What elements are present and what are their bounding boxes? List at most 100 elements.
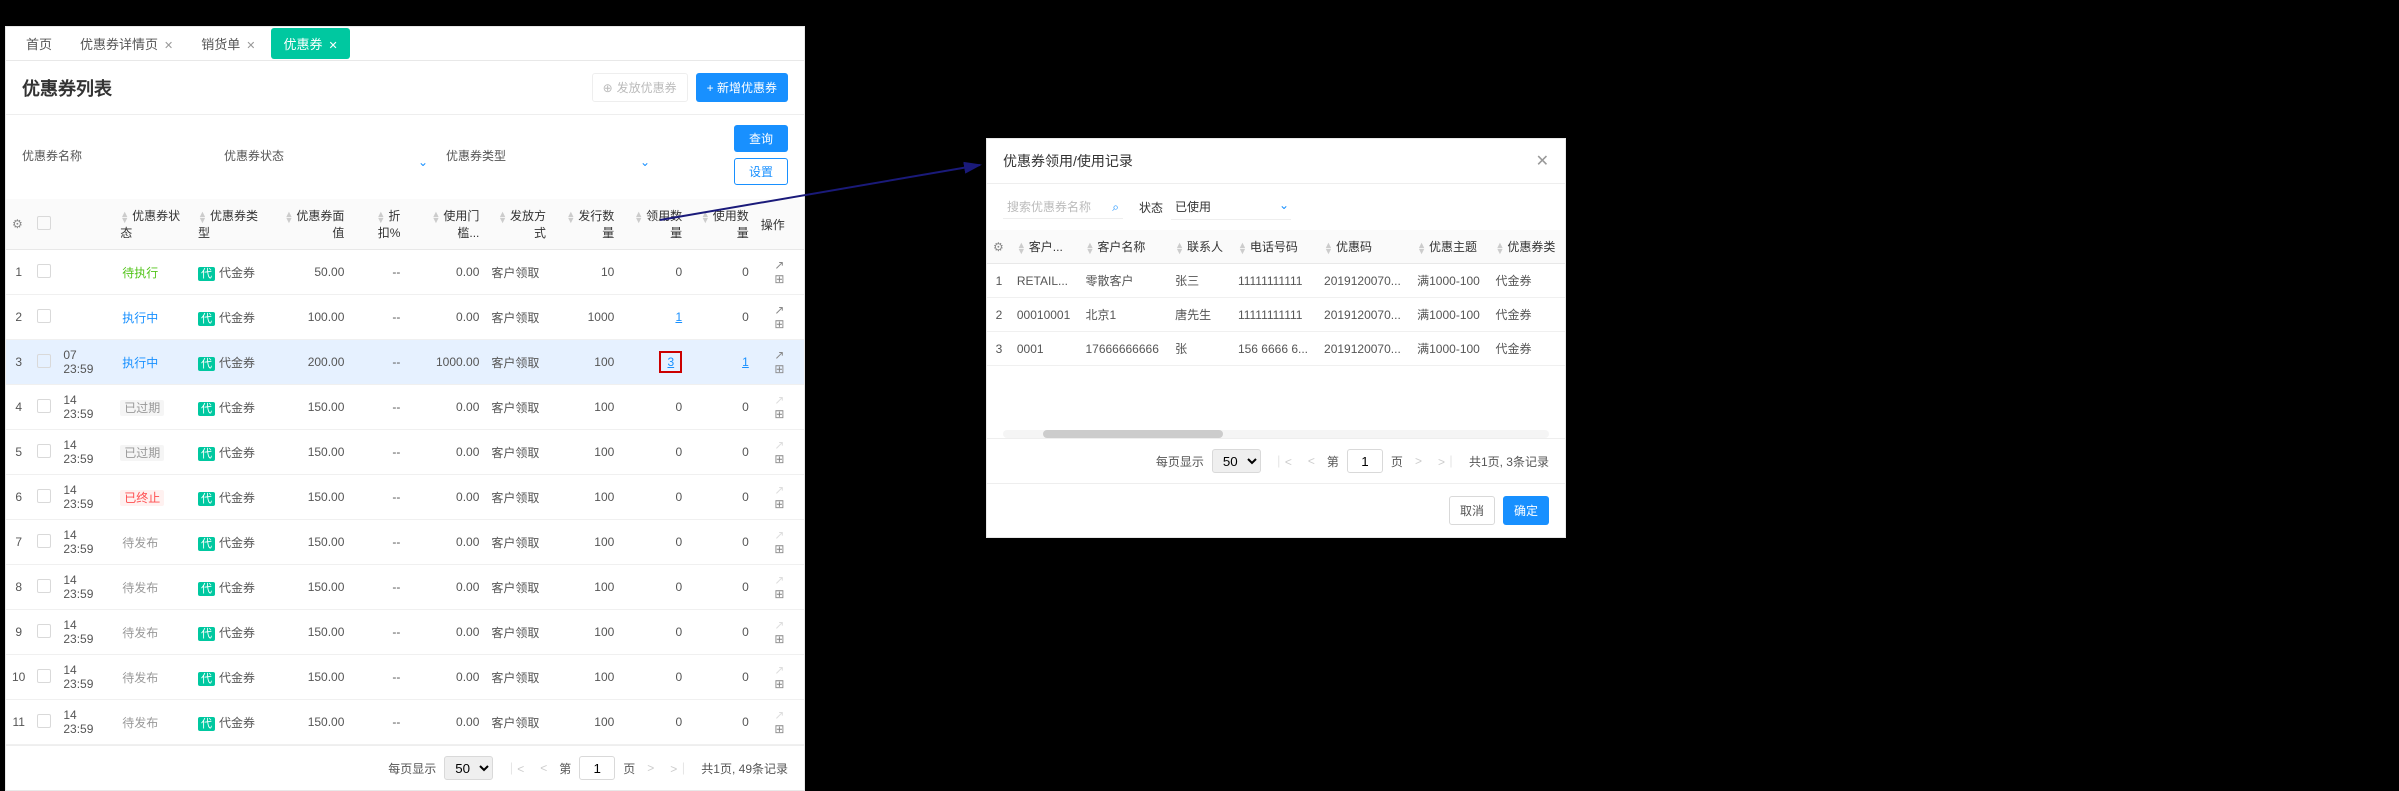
qrcode-icon[interactable]: ⊞ (774, 497, 784, 511)
col-header[interactable]: ▲▼客户名称 (1079, 230, 1169, 264)
col-header[interactable]: ⚙ (987, 230, 1011, 264)
modal-per-page-select[interactable]: 50 (1212, 449, 1261, 473)
search-button[interactable]: 查询 (734, 125, 788, 152)
add-coupon-button[interactable]: + 新增优惠券 (696, 73, 788, 102)
col-header[interactable]: ▲▼优惠券类型 (192, 199, 270, 250)
per-page-select[interactable]: 50 (444, 756, 493, 780)
col-header[interactable] (57, 199, 114, 250)
row-checkbox[interactable] (37, 669, 51, 683)
table-row[interactable]: 1 RETAIL... 零散客户 张三 11111111111 20191200… (987, 264, 1565, 298)
col-header[interactable]: ▲▼发行数量 (552, 199, 620, 250)
col-header[interactable]: ▲▼联系人 (1169, 230, 1232, 264)
close-icon[interactable]: ✕ (1536, 151, 1549, 171)
col-header[interactable]: ▲▼使用数量 (688, 199, 755, 250)
table-row[interactable]: 1 待执行 代代金券 50.00 -- 0.00 客户领取 10 0 0 ↗ ⊞ (6, 250, 804, 295)
qrcode-icon[interactable]: ⊞ (774, 542, 784, 556)
row-checkbox[interactable] (37, 624, 51, 638)
tab-首页[interactable]: 首页 (14, 28, 64, 59)
coupon-search-input[interactable] (1003, 196, 1123, 219)
first-page-button[interactable]: ｜< (501, 760, 528, 777)
qrcode-icon[interactable]: ⊞ (774, 362, 784, 376)
col-header[interactable]: ▲▼领用数量 (620, 199, 688, 250)
col-header[interactable]: ▲▼客户... (1011, 230, 1080, 264)
modal-last-page-button[interactable]: >｜ (1434, 453, 1461, 470)
qrcode-icon[interactable]: ⊞ (774, 452, 784, 466)
close-icon[interactable]: ✕ (246, 40, 255, 52)
modal-page-input[interactable] (1347, 449, 1383, 473)
col-header[interactable] (31, 199, 57, 250)
row-checkbox[interactable] (37, 264, 51, 278)
close-icon[interactable]: ✕ (164, 40, 173, 52)
table-row[interactable]: 2 00010001 北京1 唐先生 11111111111 201912007… (987, 298, 1565, 332)
confirm-button[interactable]: 确定 (1503, 496, 1549, 525)
distribute-button[interactable]: ⊕ 发放优惠券 (592, 73, 688, 102)
table-row[interactable]: 10 14 23:59 待发布 代代金券 150.00 -- 0.00 客户领取… (6, 655, 804, 700)
use-count-link[interactable]: 1 (742, 355, 749, 369)
qrcode-icon[interactable]: ⊞ (774, 587, 784, 601)
col-header[interactable]: ▲▼优惠券类 (1490, 230, 1566, 264)
coupon-status-select[interactable]: ⌄ (290, 151, 430, 159)
modal-first-page-button[interactable]: ｜< (1269, 453, 1296, 470)
qrcode-icon[interactable]: ⊞ (774, 317, 784, 331)
prev-page-button[interactable]: < (536, 761, 551, 775)
row-checkbox[interactable] (37, 354, 51, 368)
gear-icon[interactable]: ⚙ (12, 217, 23, 231)
share-icon[interactable]: ↗ (774, 303, 784, 317)
coupon-type-select[interactable]: ⌄ (512, 151, 652, 159)
table-row[interactable]: 11 14 23:59 待发布 代代金券 150.00 -- 0.00 客户领取… (6, 700, 804, 745)
table-row[interactable]: 2 执行中 代代金券 100.00 -- 0.00 客户领取 1000 1 0 … (6, 295, 804, 340)
col-header[interactable]: ▲▼发放方式 (485, 199, 552, 250)
table-row[interactable]: 3 0001 17666666666 张 156 6666 6... 20191… (987, 332, 1565, 366)
qrcode-icon[interactable]: ⊞ (774, 272, 784, 286)
col-header[interactable]: ▲▼优惠码 (1318, 230, 1411, 264)
next-page-button[interactable]: > (643, 761, 658, 775)
table-row[interactable]: 3 07 23:59 执行中 代代金券 200.00 -- 1000.00 客户… (6, 340, 804, 385)
gear-icon[interactable]: ⚙ (993, 240, 1004, 254)
cancel-button[interactable]: 取消 (1449, 496, 1495, 525)
table-row[interactable]: 9 14 23:59 待发布 代代金券 150.00 -- 0.00 客户领取 … (6, 610, 804, 655)
coupon-name-input[interactable] (88, 143, 208, 167)
row-checkbox[interactable] (37, 489, 51, 503)
table-row[interactable]: 4 14 23:59 已过期 代代金券 150.00 -- 0.00 客户领取 … (6, 385, 804, 430)
table-row[interactable]: 5 14 23:59 已过期 代代金券 150.00 -- 0.00 客户领取 … (6, 430, 804, 475)
close-icon[interactable]: ✕ (329, 40, 338, 52)
tab-销货单[interactable]: 销货单✕ (189, 28, 267, 59)
table-row[interactable]: 6 14 23:59 已终止 代代金券 150.00 -- 0.00 客户领取 … (6, 475, 804, 520)
claim-count-link[interactable]: 1 (675, 310, 682, 324)
row-checkbox[interactable] (37, 714, 51, 728)
row-checkbox[interactable] (37, 309, 51, 323)
col-header[interactable]: ▲▼折扣% (350, 199, 406, 250)
tab-优惠券详情页[interactable]: 优惠券详情页✕ (68, 28, 185, 59)
row-checkbox[interactable] (37, 399, 51, 413)
share-icon[interactable]: ↗ (774, 348, 784, 362)
last-page-button[interactable]: >｜ (666, 760, 693, 777)
claim-count-link[interactable]: 3 (659, 351, 682, 373)
page-input[interactable] (579, 756, 615, 780)
modal-next-page-button[interactable]: > (1411, 454, 1426, 468)
col-header[interactable]: ▲▼优惠券面值 (270, 199, 350, 250)
select-all-checkbox[interactable] (37, 216, 51, 230)
row-checkbox[interactable] (37, 579, 51, 593)
col-header[interactable]: ▲▼电话号码 (1232, 230, 1318, 264)
col-header[interactable]: ▲▼使用门槛... (406, 199, 485, 250)
table-row[interactable]: 7 14 23:59 待发布 代代金券 150.00 -- 0.00 客户领取 … (6, 520, 804, 565)
qrcode-icon[interactable]: ⊞ (774, 722, 784, 736)
page-title: 优惠券列表 (22, 75, 112, 101)
modal-prev-page-button[interactable]: < (1304, 454, 1319, 468)
row-checkbox[interactable] (37, 444, 51, 458)
qrcode-icon[interactable]: ⊞ (774, 677, 784, 691)
col-header[interactable]: ⚙ (6, 199, 31, 250)
state-select[interactable]: 已使用 ⌄ (1171, 194, 1291, 220)
search-icon[interactable]: ⌕ (1112, 200, 1119, 215)
qrcode-icon[interactable]: ⊞ (774, 407, 784, 421)
horizontal-scrollbar[interactable] (1003, 430, 1549, 438)
table-row[interactable]: 8 14 23:59 待发布 代代金券 150.00 -- 0.00 客户领取 … (6, 565, 804, 610)
qrcode-icon[interactable]: ⊞ (774, 632, 784, 646)
col-header[interactable]: ▲▼优惠主题 (1411, 230, 1489, 264)
tab-优惠券[interactable]: 优惠券✕ (271, 28, 349, 59)
share-icon[interactable]: ↗ (774, 258, 784, 272)
col-header[interactable]: 操作 (755, 199, 804, 250)
row-checkbox[interactable] (37, 534, 51, 548)
settings-button[interactable]: 设置 (734, 158, 788, 185)
col-header[interactable]: ▲▼优惠券状态 (114, 199, 192, 250)
